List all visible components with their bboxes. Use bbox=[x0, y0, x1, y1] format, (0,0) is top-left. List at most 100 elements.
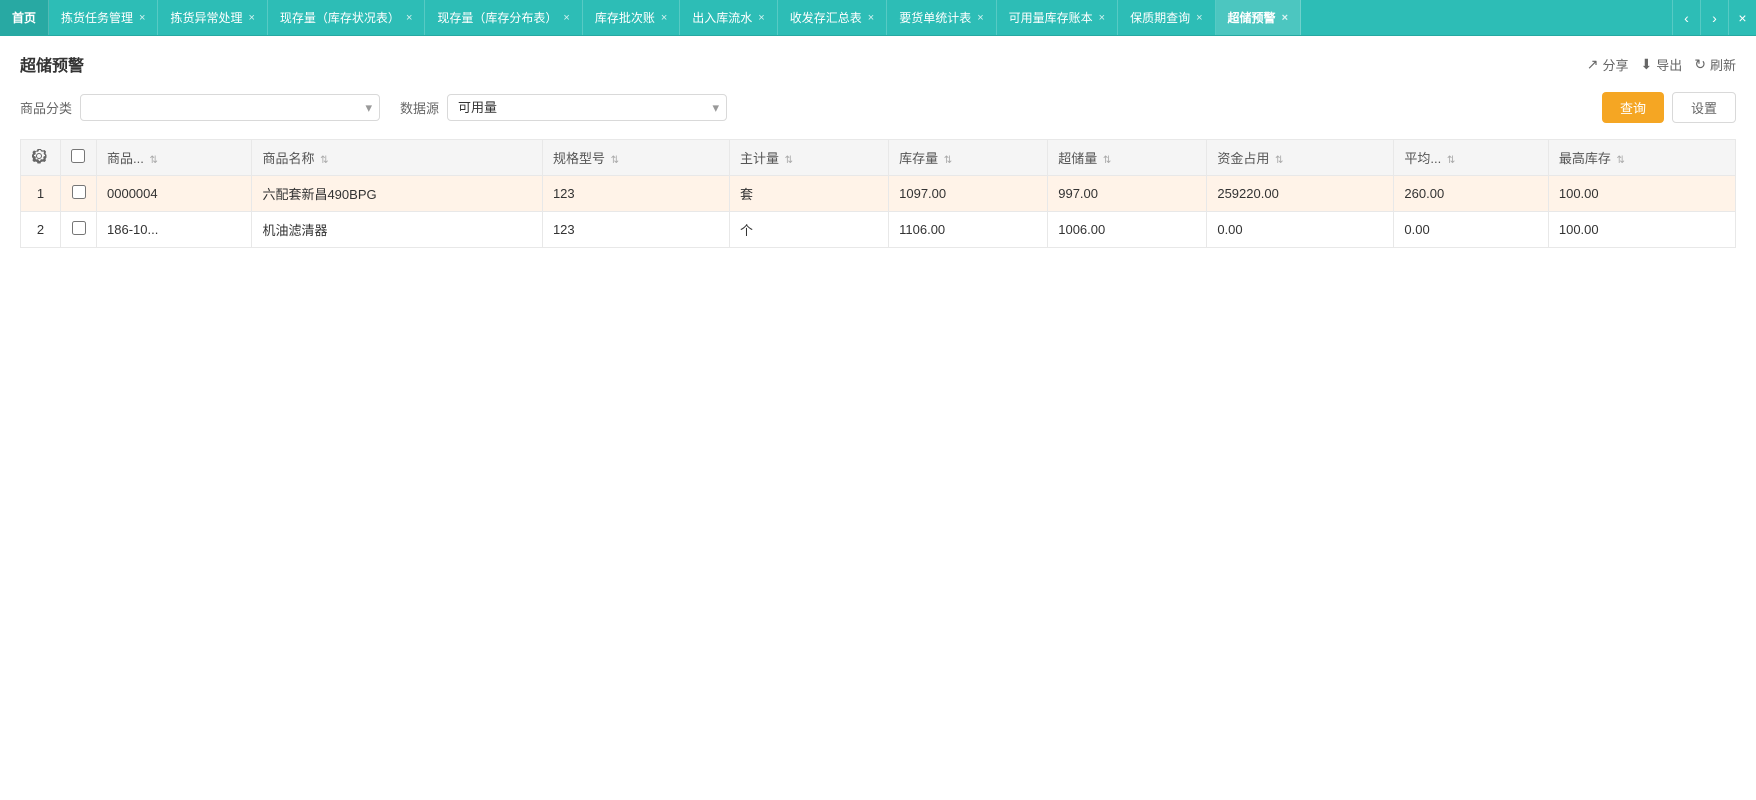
row-num-0: 1 bbox=[21, 176, 61, 212]
sort-icon-spec: ⇅ bbox=[611, 155, 619, 166]
th-overstock-label: 超储量 bbox=[1058, 151, 1097, 166]
th-product-name[interactable]: 商品名称 ⇅ bbox=[252, 140, 543, 176]
row-checkbox-1[interactable] bbox=[72, 221, 86, 235]
category-select[interactable] bbox=[80, 94, 380, 121]
datasource-label: 数据源 bbox=[400, 98, 439, 117]
nav-tab-task-mgmt[interactable]: 拣货任务管理 × bbox=[49, 0, 158, 36]
nav-tab-batch-account[interactable]: 库存批次账 × bbox=[583, 0, 680, 36]
cell-overstock-0: 997.00 bbox=[1048, 176, 1207, 212]
select-all-checkbox[interactable] bbox=[71, 149, 85, 163]
close-tab-batch-account[interactable]: × bbox=[661, 12, 667, 24]
row-checkbox-0[interactable] bbox=[72, 185, 86, 199]
row-checkbox-cell-1[interactable] bbox=[61, 212, 97, 248]
sort-icon-unit: ⇅ bbox=[785, 155, 793, 166]
th-product-code-label: 商品... bbox=[107, 151, 144, 166]
sort-icon-product-code: ⇅ bbox=[149, 155, 157, 166]
gear-icon bbox=[31, 148, 47, 164]
nav-arrow-right[interactable]: › bbox=[1700, 0, 1728, 36]
nav-tab-expiry[interactable]: 保质期查询 × bbox=[1118, 0, 1215, 36]
close-tab-exception[interactable]: × bbox=[248, 12, 254, 24]
nav-tab-inout-flow[interactable]: 出入库流水 × bbox=[680, 0, 777, 36]
sort-icon-product-name: ⇅ bbox=[320, 155, 328, 166]
close-tab-inventory-dist[interactable]: × bbox=[563, 12, 569, 24]
th-checkbox[interactable] bbox=[61, 140, 97, 176]
main-content: 超储预警 ↗ 分享 ⬇ 导出 ↻ 刷新 商品分类 bbox=[0, 36, 1756, 800]
share-icon: ↗ bbox=[1587, 56, 1599, 73]
nav-tab-summary[interactable]: 收发存汇总表 × bbox=[778, 0, 887, 36]
category-filter: 商品分类 bbox=[20, 94, 380, 121]
th-gear[interactable] bbox=[21, 140, 61, 176]
refresh-icon: ↻ bbox=[1694, 56, 1706, 73]
th-max-stock[interactable]: 最高库存 ⇅ bbox=[1548, 140, 1735, 176]
close-tab-inventory-status[interactable]: × bbox=[406, 12, 412, 24]
th-product-code[interactable]: 商品... ⇅ bbox=[97, 140, 252, 176]
th-stock-label: 库存量 bbox=[899, 151, 938, 166]
cell-product-code-0: 0000004 bbox=[97, 176, 252, 212]
th-avg-label: 平均... bbox=[1404, 151, 1441, 166]
cell-unit-1: 个 bbox=[730, 212, 889, 248]
th-spec-label: 规格型号 bbox=[553, 151, 605, 166]
datasource-select[interactable]: 可用量 bbox=[447, 94, 727, 121]
table-body: 1 0000004 六配套新昌490BPG 123 套 1097.00 997.… bbox=[21, 176, 1736, 248]
refresh-button[interactable]: ↻ 刷新 bbox=[1694, 55, 1736, 74]
sort-icon-avg: ⇅ bbox=[1447, 155, 1455, 166]
close-tab-summary[interactable]: × bbox=[868, 12, 874, 24]
table-header: 商品... ⇅ 商品名称 ⇅ 规格型号 ⇅ 主计量 ⇅ 库存量 ⇅ bbox=[21, 140, 1736, 176]
query-button[interactable]: 查询 bbox=[1602, 92, 1664, 123]
filter-buttons: 查询 设置 bbox=[1602, 92, 1736, 123]
share-button[interactable]: ↗ 分享 bbox=[1587, 55, 1629, 74]
nav-tab-home[interactable]: 首页 bbox=[0, 0, 49, 36]
nav-tab-order-stats[interactable]: 要货单统计表 × bbox=[887, 0, 996, 36]
close-tab-inout-flow[interactable]: × bbox=[758, 12, 764, 24]
cell-product-code-1: 186-10... bbox=[97, 212, 252, 248]
nav-tab-exception[interactable]: 拣货异常处理 × bbox=[158, 0, 267, 36]
datasource-filter: 数据源 可用量 bbox=[400, 94, 727, 121]
page-title: 超储预警 bbox=[20, 52, 84, 76]
cell-spec-0: 123 bbox=[542, 176, 729, 212]
th-unit[interactable]: 主计量 ⇅ bbox=[730, 140, 889, 176]
close-tab-overstock[interactable]: × bbox=[1282, 12, 1288, 24]
cell-product-name-1: 机油滤清器 bbox=[252, 212, 543, 248]
nav-tab-inventory-status[interactable]: 现存量（库存状况表） × bbox=[268, 0, 425, 36]
th-spec[interactable]: 规格型号 ⇅ bbox=[542, 140, 729, 176]
sort-icon-capital: ⇅ bbox=[1275, 155, 1283, 166]
nav-tab-available-book[interactable]: 可用量库存账本 × bbox=[997, 0, 1118, 36]
nav-tab-inventory-dist[interactable]: 现存量（库存分布表） × bbox=[425, 0, 582, 36]
cell-overstock-1: 1006.00 bbox=[1048, 212, 1207, 248]
th-max-stock-label: 最高库存 bbox=[1559, 151, 1611, 166]
cell-capital-0: 259220.00 bbox=[1207, 176, 1394, 212]
th-product-name-label: 商品名称 bbox=[262, 151, 314, 166]
page-header: 超储预警 ↗ 分享 ⬇ 导出 ↻ 刷新 bbox=[20, 52, 1736, 76]
top-nav: 首页 拣货任务管理 × 拣货异常处理 × 现存量（库存状况表） × 现存量（库存… bbox=[0, 0, 1756, 36]
close-tab-task-mgmt[interactable]: × bbox=[139, 12, 145, 24]
cell-product-name-0: 六配套新昌490BPG bbox=[252, 176, 543, 212]
nav-tab-overstock[interactable]: 超储预警 × bbox=[1216, 0, 1301, 36]
th-overstock[interactable]: 超储量 ⇅ bbox=[1048, 140, 1207, 176]
sort-icon-max-stock: ⇅ bbox=[1617, 155, 1625, 166]
settings-button[interactable]: 设置 bbox=[1672, 92, 1736, 123]
close-tab-available-book[interactable]: × bbox=[1099, 12, 1105, 24]
nav-arrow-left[interactable]: ‹ bbox=[1672, 0, 1700, 36]
nav-arrow-close[interactable]: × bbox=[1728, 0, 1756, 36]
table-row: 2 186-10... 机油滤清器 123 个 1106.00 1006.00 … bbox=[21, 212, 1736, 248]
category-select-wrapper bbox=[80, 94, 380, 121]
th-capital[interactable]: 资金占用 ⇅ bbox=[1207, 140, 1394, 176]
cell-stock-0: 1097.00 bbox=[889, 176, 1048, 212]
cell-capital-1: 0.00 bbox=[1207, 212, 1394, 248]
th-stock[interactable]: 库存量 ⇅ bbox=[889, 140, 1048, 176]
row-num-1: 2 bbox=[21, 212, 61, 248]
close-tab-order-stats[interactable]: × bbox=[977, 12, 983, 24]
table-row: 1 0000004 六配套新昌490BPG 123 套 1097.00 997.… bbox=[21, 176, 1736, 212]
th-avg[interactable]: 平均... ⇅ bbox=[1394, 140, 1548, 176]
row-checkbox-cell-0[interactable] bbox=[61, 176, 97, 212]
th-capital-label: 资金占用 bbox=[1217, 151, 1269, 166]
close-tab-expiry[interactable]: × bbox=[1196, 12, 1202, 24]
export-button[interactable]: ⬇ 导出 bbox=[1641, 55, 1683, 74]
header-actions: ↗ 分享 ⬇ 导出 ↻ 刷新 bbox=[1587, 55, 1736, 74]
nav-arrows: ‹ › × bbox=[1672, 0, 1756, 36]
cell-max-stock-1: 100.00 bbox=[1548, 212, 1735, 248]
cell-avg-1: 0.00 bbox=[1394, 212, 1548, 248]
cell-avg-0: 260.00 bbox=[1394, 176, 1548, 212]
filter-row: 商品分类 数据源 可用量 查询 设置 bbox=[20, 92, 1736, 123]
cell-unit-0: 套 bbox=[730, 176, 889, 212]
